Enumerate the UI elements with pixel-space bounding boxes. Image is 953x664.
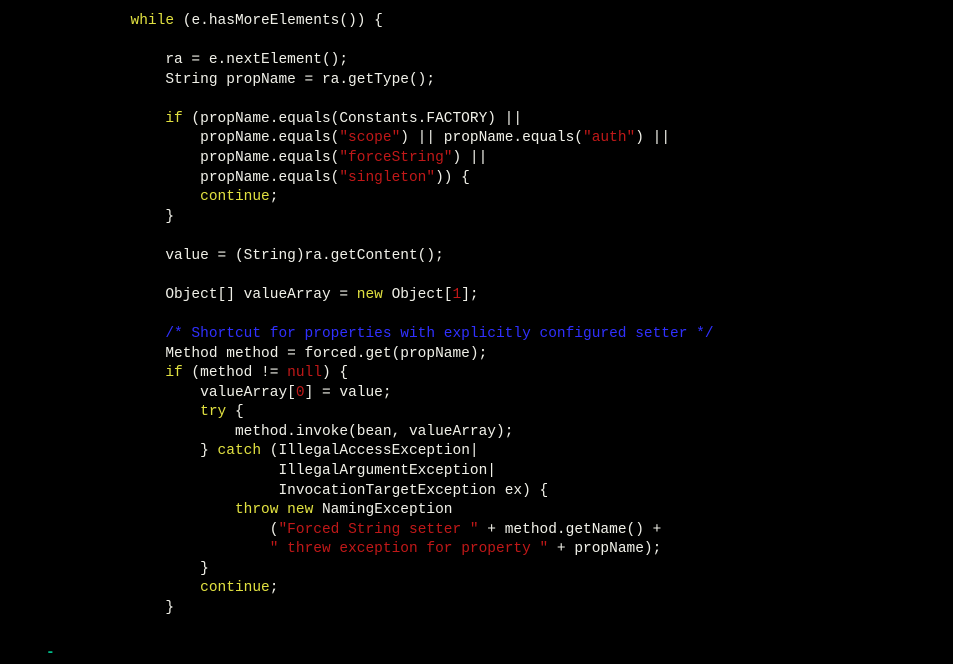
number-literal: 1 (453, 287, 462, 303)
string-literal: " threw exception for property " (270, 541, 548, 557)
code-line: Method method = forced.get(propName); (0, 346, 487, 362)
code-line: " threw exception for property " + propN… (0, 541, 661, 557)
code-line: propName.equals("singleton")) { (0, 170, 470, 186)
keyword-if: if (165, 365, 182, 381)
string-literal: "auth" (583, 130, 635, 146)
keyword-catch: catch (218, 443, 262, 459)
code-line: } (0, 561, 209, 577)
code-line: String propName = ra.getType(); (0, 72, 435, 88)
code-line: method.invoke(bean, valueArray); (0, 424, 513, 440)
code-line: while (e.hasMoreElements()) { (0, 13, 383, 29)
code-block: while (e.hasMoreElements()) { ra = e.nex… (0, 0, 953, 618)
code-line: propName.equals("forceString") || (0, 150, 487, 166)
code-line: if (method != null) { (0, 365, 348, 381)
keyword-continue: continue (200, 580, 270, 596)
cursor-indicator: - (46, 644, 55, 664)
code-line: /* Shortcut for properties with explicit… (0, 326, 714, 342)
block-comment: /* Shortcut for properties with explicit… (165, 326, 713, 342)
code-line: } (0, 600, 174, 616)
keyword-new: new (287, 502, 313, 518)
code-line: Object[] valueArray = new Object[1]; (0, 287, 479, 303)
code-line: continue; (0, 580, 278, 596)
code-line: } catch (IllegalAccessException| (0, 443, 479, 459)
code-line: throw new NamingException (0, 502, 453, 518)
code-line: ("Forced String setter " + method.getNam… (0, 522, 661, 538)
null-literal: null (287, 365, 322, 381)
keyword-while: while (131, 13, 175, 29)
code-line: valueArray[0] = value; (0, 385, 392, 401)
keyword-new: new (357, 287, 383, 303)
code-line: propName.equals("scope") || propName.equ… (0, 130, 670, 146)
keyword-continue: continue (200, 189, 270, 205)
code-line: ra = e.nextElement(); (0, 52, 348, 68)
keyword-try: try (200, 404, 226, 420)
code-line: try { (0, 404, 244, 420)
code-line: continue; (0, 189, 278, 205)
code-line: } (0, 209, 174, 225)
string-literal: "scope" (339, 130, 400, 146)
number-literal: 0 (296, 385, 305, 401)
string-literal: "forceString" (339, 150, 452, 166)
code-line: if (propName.equals(Constants.FACTORY) |… (0, 111, 522, 127)
keyword-throw: throw (235, 502, 279, 518)
keyword-if: if (165, 111, 182, 127)
code-line: IllegalArgumentException| (0, 463, 496, 479)
code-line: InvocationTargetException ex) { (0, 483, 548, 499)
code-line: value = (String)ra.getContent(); (0, 248, 444, 264)
string-literal: "singleton" (339, 170, 435, 186)
string-literal: "Forced String setter " (278, 522, 478, 538)
